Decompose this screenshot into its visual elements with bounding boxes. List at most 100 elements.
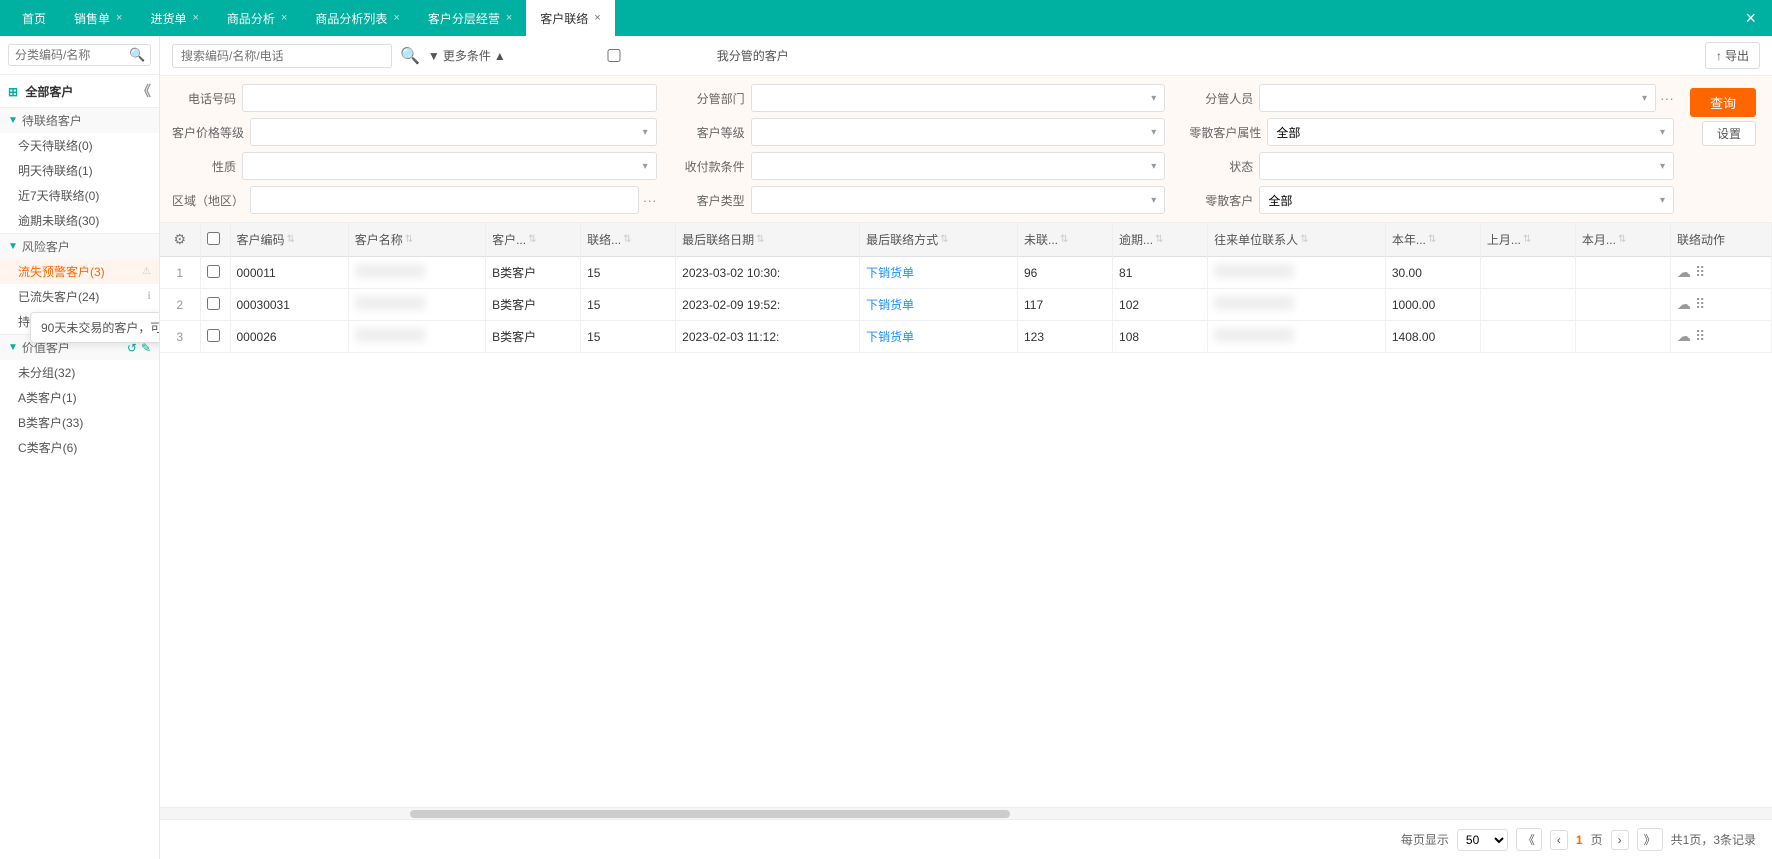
nav-customer-tier[interactable]: 客户分层经营 × bbox=[414, 0, 526, 36]
col-index: ⚙ bbox=[160, 223, 200, 257]
table-row: 1 000011 B类客户 15 2023-03-02 10:30: 下销货单 … bbox=[160, 257, 1772, 289]
more-icon[interactable]: ··· bbox=[1660, 90, 1674, 106]
filter-casual-attr: 零散客户属性 全部 ▾ bbox=[1189, 118, 1674, 146]
phone-input[interactable] bbox=[242, 84, 657, 112]
nav-customer-contact[interactable]: 客户联络 × bbox=[526, 0, 614, 36]
close-analysis-icon[interactable]: × bbox=[281, 12, 287, 24]
customer-tier-select[interactable]: ▾ bbox=[751, 118, 1166, 146]
window-close-icon[interactable]: × bbox=[1737, 8, 1764, 29]
sort-icon-this-month[interactable]: ⇅ bbox=[1618, 234, 1626, 245]
collapse-icon[interactable]: 《 bbox=[137, 81, 151, 101]
col-this-month-header: 本月... ⇅ bbox=[1575, 223, 1670, 257]
sidebar-item-unclassified[interactable]: 未分组(32) bbox=[0, 360, 159, 385]
pending-contact-section[interactable]: ▼ 待联络客户 bbox=[0, 107, 159, 133]
per-page-select[interactable]: 50 100 bbox=[1457, 829, 1508, 851]
value-customer-items: 未分组(32) A类客户(1) B类客户(33) C类客户(6) bbox=[0, 360, 159, 460]
last-method-link-1[interactable]: 下销货单 bbox=[866, 298, 914, 312]
next-page-button[interactable]: › bbox=[1611, 830, 1629, 850]
sidebar-item-overdue[interactable]: 逾期未联络(30) bbox=[0, 208, 159, 233]
region-more-icon[interactable]: ··· bbox=[643, 192, 657, 208]
customer-table: ⚙ 客户编码 ⇅ bbox=[160, 223, 1772, 353]
close-customer-contact-icon[interactable]: × bbox=[594, 12, 600, 24]
settings-button[interactable]: 设置 bbox=[1702, 121, 1756, 146]
search-button[interactable]: 🔍 bbox=[400, 46, 420, 66]
close-analysis-list-icon[interactable]: × bbox=[393, 12, 399, 24]
col-code-header: 客户编码 ⇅ bbox=[230, 223, 348, 257]
table-header-row: ⚙ 客户编码 ⇅ bbox=[160, 223, 1772, 257]
cell-name-1 bbox=[348, 289, 485, 321]
sidebar-item-class-b[interactable]: B类客户(33) bbox=[0, 410, 159, 435]
cell-this-month-0 bbox=[1575, 257, 1670, 289]
sort-icon-type[interactable]: ⇅ bbox=[528, 234, 536, 245]
price-tier-select[interactable]: ▾ bbox=[250, 118, 657, 146]
risk-customer-section[interactable]: ▼ 风险客户 bbox=[0, 233, 159, 259]
select-all-checkbox[interactable] bbox=[207, 232, 220, 245]
nav-home[interactable]: 首页 bbox=[8, 0, 60, 36]
prev-page-button[interactable]: ‹ bbox=[1550, 830, 1568, 850]
sort-icon-unit[interactable]: ⇅ bbox=[1300, 234, 1308, 245]
sidebar-item-already-lost[interactable]: 已流失客户(24) ℹ bbox=[0, 284, 159, 309]
data-table-area: ⚙ 客户编码 ⇅ bbox=[160, 223, 1772, 807]
sort-icon-name[interactable]: ⇅ bbox=[405, 234, 413, 245]
sort-icon-date[interactable]: ⇅ bbox=[756, 234, 764, 245]
search-input[interactable] bbox=[172, 44, 392, 68]
sidebar-item-class-a[interactable]: A类客户(1) bbox=[0, 385, 159, 410]
close-sales-icon[interactable]: × bbox=[116, 12, 122, 24]
gear-icon-th[interactable]: ⚙ bbox=[173, 231, 186, 247]
close-customer-tier-icon[interactable]: × bbox=[506, 12, 512, 24]
first-page-button[interactable]: 《 bbox=[1516, 828, 1542, 851]
my-customers-checkbox[interactable] bbox=[514, 49, 714, 62]
sort-icon-contact[interactable]: ⇅ bbox=[623, 234, 631, 245]
sort-icon-not-contacted[interactable]: ⇅ bbox=[1060, 234, 1068, 245]
last-method-link-2[interactable]: 下销货单 bbox=[866, 330, 914, 344]
sort-icon-last-month[interactable]: ⇅ bbox=[1523, 234, 1531, 245]
scroll-thumb[interactable] bbox=[410, 810, 1010, 818]
row-checkbox-0[interactable] bbox=[207, 265, 220, 278]
chevron-down-icon-2: ▾ bbox=[1642, 93, 1647, 104]
manager-select[interactable]: ▾ bbox=[1259, 84, 1656, 112]
cell-last-month-2 bbox=[1480, 321, 1575, 353]
department-select[interactable]: ▾ bbox=[751, 84, 1166, 112]
contact-action-icon-2[interactable]: ☁ bbox=[1677, 328, 1691, 345]
contact-action-icon-0[interactable]: ☁ bbox=[1677, 264, 1691, 281]
main-layout: 🔍 ⊞ 全部客户 《 ▼ 待联络客户 今天待联络(0) 明天待联络(1) bbox=[0, 36, 1772, 859]
export-button[interactable]: ↑ 导出 bbox=[1705, 42, 1760, 69]
nav-analysis-list[interactable]: 商品分析列表 × bbox=[301, 0, 413, 36]
row-checkbox-1[interactable] bbox=[207, 297, 220, 310]
row-checkbox-2[interactable] bbox=[207, 329, 220, 342]
sort-icon-code[interactable]: ⇅ bbox=[287, 234, 295, 245]
more-filter-btn[interactable]: ▼ 更多条件 ▲ bbox=[428, 47, 506, 64]
contact-action-icon-1[interactable]: ☁ bbox=[1677, 296, 1691, 313]
my-customers-checkbox-area[interactable]: 我分管的客户 bbox=[514, 47, 789, 64]
nature-select[interactable]: ▾ bbox=[242, 152, 657, 180]
payment-select[interactable]: ▾ bbox=[751, 152, 1166, 180]
horizontal-scrollbar[interactable] bbox=[160, 807, 1772, 819]
nav-analysis[interactable]: 商品分析 × bbox=[213, 0, 301, 36]
status-select[interactable]: ▾ bbox=[1259, 152, 1674, 180]
sidebar-item-churn-predict[interactable]: 流失预警客户(3) ⚠ bbox=[0, 259, 159, 284]
sidebar-item-tomorrow[interactable]: 明天待联络(1) bbox=[0, 158, 159, 183]
sort-icon-method[interactable]: ⇅ bbox=[940, 234, 948, 245]
more-action-icon-1[interactable]: ⠿ bbox=[1695, 296, 1705, 313]
query-button[interactable]: 查询 bbox=[1690, 88, 1756, 117]
sidebar-item-week[interactable]: 近7天待联络(0) bbox=[0, 183, 159, 208]
sort-icon-overdue[interactable]: ⇅ bbox=[1155, 234, 1163, 245]
sort-icon-this-year[interactable]: ⇅ bbox=[1428, 234, 1436, 245]
all-customers-header[interactable]: ⊞ 全部客户 《 bbox=[0, 75, 159, 107]
nav-sales[interactable]: 销售单 × bbox=[60, 0, 136, 36]
casual-attr-select[interactable]: 全部 ▾ bbox=[1267, 118, 1674, 146]
region-select[interactable] bbox=[250, 186, 639, 214]
more-action-icon-0[interactable]: ⠿ bbox=[1695, 264, 1705, 281]
more-action-icon-2[interactable]: ⠿ bbox=[1695, 328, 1705, 345]
sidebar-item-class-c[interactable]: C类客户(6) bbox=[0, 435, 159, 460]
close-purchase-icon[interactable]: × bbox=[192, 12, 198, 24]
col-name-header: 客户名称 ⇅ bbox=[348, 223, 485, 257]
cell-unit-contact-2 bbox=[1208, 321, 1386, 353]
casual-customer-select[interactable]: 全部 ▾ bbox=[1259, 186, 1674, 214]
customer-type-select[interactable]: ▾ bbox=[751, 186, 1166, 214]
cell-this-month-2 bbox=[1575, 321, 1670, 353]
nav-purchase[interactable]: 进货单 × bbox=[136, 0, 212, 36]
sidebar-item-today[interactable]: 今天待联络(0) bbox=[0, 133, 159, 158]
last-page-button[interactable]: 》 bbox=[1637, 828, 1663, 851]
last-method-link-0[interactable]: 下销货单 bbox=[866, 266, 914, 280]
